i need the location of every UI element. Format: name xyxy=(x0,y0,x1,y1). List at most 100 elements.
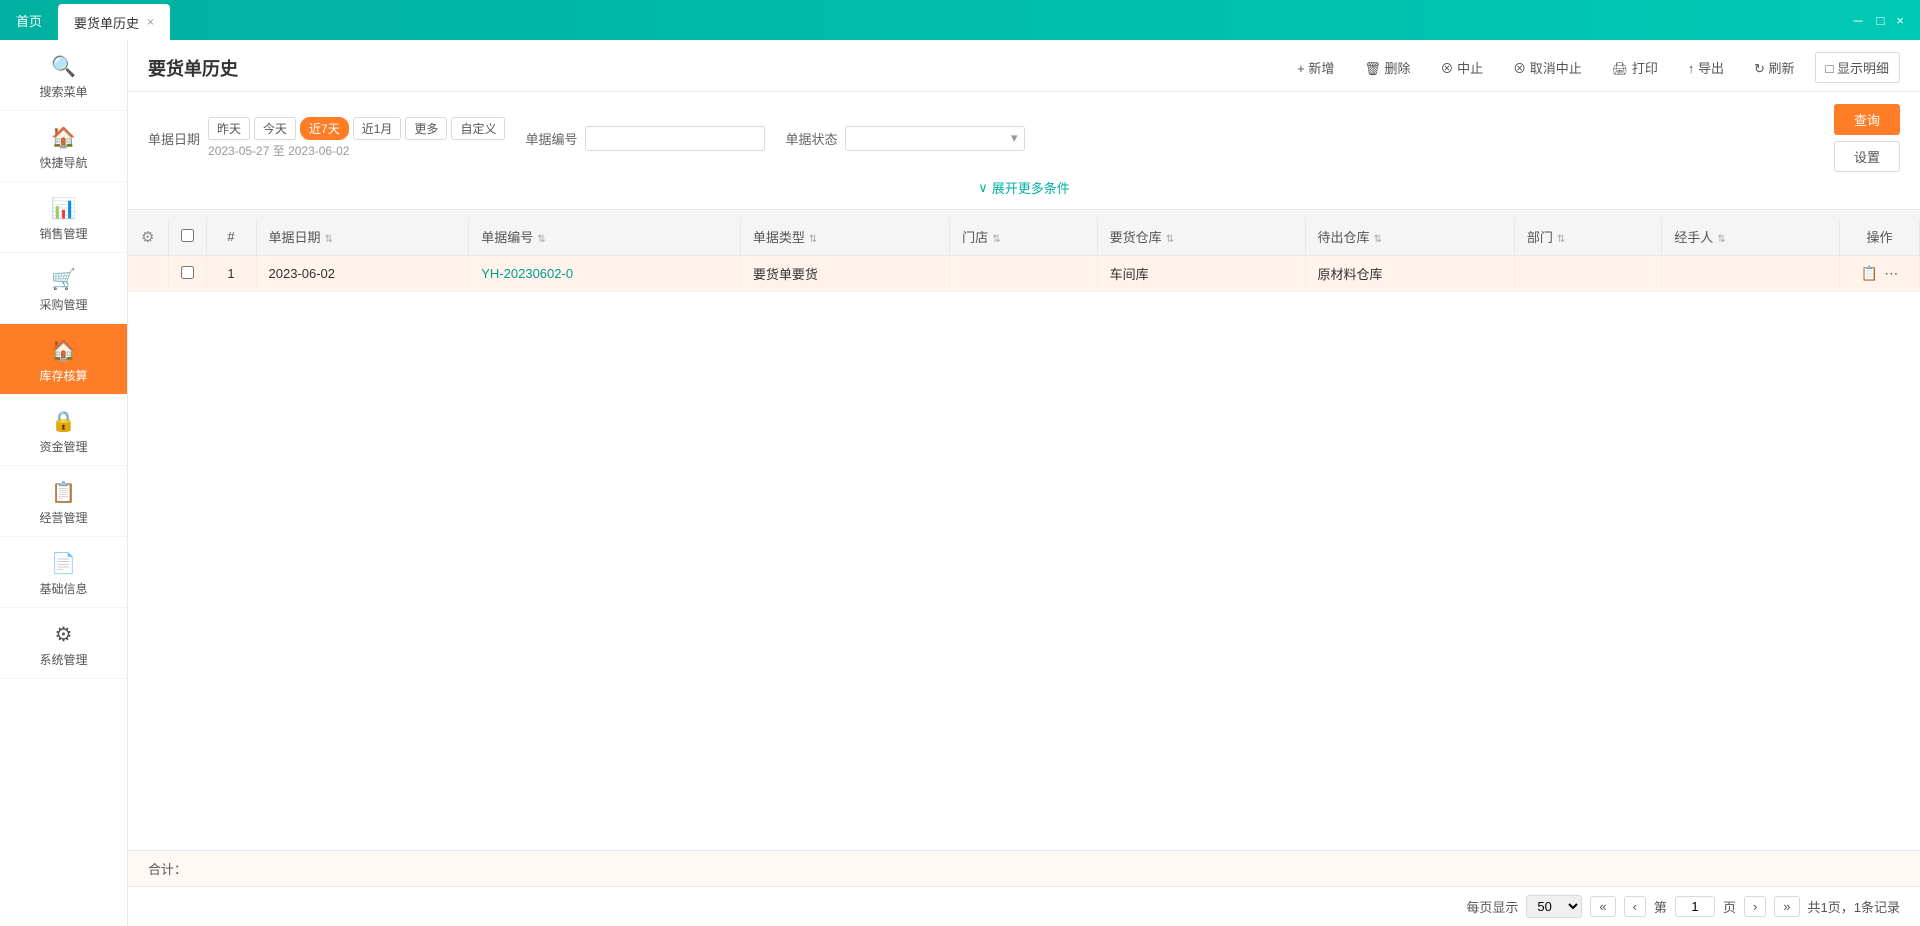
col-req-wh-label: 要货仓库 xyxy=(1110,230,1162,245)
row-checkbox[interactable] xyxy=(181,266,194,279)
row-store xyxy=(950,256,1097,292)
sidebar-item-purchase-mgmt-label: 采购管理 xyxy=(39,296,87,313)
stop-button[interactable]: ⊗ 中止 xyxy=(1431,53,1494,82)
current-page-suffix: 页 xyxy=(1723,897,1736,916)
toolbar-buttons: + 新增 🗑 删除 ⊗ 中止 ⊗ 取消中止 🖨 打印 ↑ 导出 ↻ 刷新 □ 显… xyxy=(1287,52,1900,83)
row-handler xyxy=(1662,256,1840,292)
table-header-row: ⚙ # 单据日期⇅ 单据编号⇅ 单据类型⇅ 门店⇅ 要货仓库⇅ 待出仓库⇅ 部门… xyxy=(128,218,1920,256)
date-filter-label: 单据日期 xyxy=(148,129,200,148)
display-cell-button[interactable]: □ 显示明细 xyxy=(1815,52,1900,83)
refresh-button[interactable]: ↻ 刷新 xyxy=(1744,53,1805,82)
page-size-label: 每页显示 xyxy=(1466,897,1518,916)
more-icon[interactable]: ⋯ xyxy=(1884,265,1898,282)
status-filter-item: 单据状态 xyxy=(785,126,1025,151)
sidebar-item-inventory-label: 库存核算 xyxy=(39,367,87,384)
sidebar-item-basic-info[interactable]: 📄 基础信息 xyxy=(0,537,127,608)
col-pending-wh-header: 待出仓库⇅ xyxy=(1305,218,1514,256)
top-bar: 首页 要货单历史 × － □ × xyxy=(0,0,1920,40)
sidebar-item-search-menu[interactable]: 🔍 搜索菜单 xyxy=(0,40,127,111)
col-checkbox xyxy=(168,218,206,256)
sidebar-item-system-mgmt[interactable]: ⚙ 系统管理 xyxy=(0,608,127,679)
bill-no-input[interactable] xyxy=(585,126,765,151)
next-page-button[interactable]: › xyxy=(1744,896,1766,917)
first-page-button[interactable]: « xyxy=(1590,896,1615,917)
row-bill-type: 要货单要货 xyxy=(740,256,949,292)
tab-home[interactable]: 首页 xyxy=(0,0,58,40)
summary-label: 合计： xyxy=(148,859,187,878)
search-menu-icon: 🔍 xyxy=(51,54,76,79)
last-page-button[interactable]: » xyxy=(1774,896,1799,917)
date-btn-today[interactable]: 今天 xyxy=(254,117,296,140)
sidebar-item-quick-nav[interactable]: 🏠 快捷导航 xyxy=(0,111,127,182)
main-layout: 🔍 搜索菜单 🏠 快捷导航 📊 销售管理 🛒 采购管理 🏠 库存核算 🔒 资金管… xyxy=(0,40,1920,926)
current-page-input[interactable] xyxy=(1675,896,1715,917)
status-label: 单据状态 xyxy=(785,129,837,148)
sidebar-item-sales-mgmt-label: 销售管理 xyxy=(39,225,87,242)
date-btn-month1[interactable]: 近1月 xyxy=(353,117,402,140)
table-settings-icon[interactable]: ⚙ xyxy=(141,229,154,246)
row-bill-no-link[interactable]: YH-20230602-0 xyxy=(481,266,573,281)
minimize-icon[interactable]: － xyxy=(1852,11,1865,30)
tab-yh-history-label: 要货单历史 xyxy=(74,13,139,32)
export-button[interactable]: ↑ 导出 xyxy=(1678,53,1734,82)
tab-yh-history[interactable]: 要货单历史 × xyxy=(58,4,170,40)
date-btn-recent7[interactable]: 近7天 xyxy=(300,117,349,140)
sidebar-item-finance-mgmt[interactable]: 🔒 资金管理 xyxy=(0,395,127,466)
delete-button[interactable]: 🗑 删除 xyxy=(1354,53,1420,82)
col-req-wh-header: 要货仓库⇅ xyxy=(1097,218,1305,256)
date-btn-yesterday[interactable]: 昨天 xyxy=(208,117,250,140)
top-tabs: 首页 要货单历史 × xyxy=(0,0,1836,40)
print-button[interactable]: 🖨 打印 xyxy=(1602,53,1668,82)
sidebar-item-finance-mgmt-label: 资金管理 xyxy=(39,438,87,455)
select-all-checkbox[interactable] xyxy=(181,229,194,242)
top-right-icons: － □ × xyxy=(1836,11,1920,30)
cancel-stop-button[interactable]: ⊗ 取消中止 xyxy=(1503,53,1592,82)
prev-page-button[interactable]: ‹ xyxy=(1624,896,1646,917)
page-title: 要货单历史 xyxy=(148,55,238,81)
data-table: ⚙ # 单据日期⇅ 单据编号⇅ 单据类型⇅ 门店⇅ 要货仓库⇅ 待出仓库⇅ 部门… xyxy=(128,218,1920,292)
status-select[interactable] xyxy=(845,126,1025,151)
sidebar-item-operation-mgmt[interactable]: 📋 经营管理 xyxy=(0,466,127,537)
filter-right-buttons: 查询 设置 xyxy=(1834,104,1900,172)
current-page-prefix: 第 xyxy=(1654,897,1667,916)
date-btn-more[interactable]: 更多 xyxy=(405,117,447,140)
filter-area: 单据日期 昨天 今天 近7天 近1月 更多 自定义 2023-05-27 至 2… xyxy=(128,92,1920,210)
content-area: 要货单历史 + 新增 🗑 删除 ⊗ 中止 ⊗ 取消中止 🖨 打印 ↑ 导出 ↻ … xyxy=(128,40,1920,926)
tab-home-label: 首页 xyxy=(16,11,42,30)
col-handler-label: 经手人 xyxy=(1674,230,1713,245)
close-window-icon[interactable]: × xyxy=(1896,13,1904,28)
operation-mgmt-icon: 📋 xyxy=(51,480,76,505)
date-btn-custom[interactable]: 自定义 xyxy=(451,117,505,140)
pagination-bar: 每页显示 50 10 20 100 « ‹ 第 页 › » 共1页，1条记录 xyxy=(128,886,1920,926)
col-date-label: 单据日期 xyxy=(269,230,321,245)
col-action-label: 操作 xyxy=(1866,230,1892,245)
maximize-icon[interactable]: □ xyxy=(1877,13,1885,28)
bill-no-label: 单据编号 xyxy=(525,129,577,148)
col-action-header: 操作 xyxy=(1840,218,1920,256)
row-checkbox-cell xyxy=(168,256,206,292)
col-bill-no-label: 单据编号 xyxy=(481,230,533,245)
table-row: 1 2023-06-02 YH-20230602-0 要货单要货 车间库 原材料… xyxy=(128,256,1920,292)
table-wrapper: ⚙ # 单据日期⇅ 单据编号⇅ 单据类型⇅ 门店⇅ 要货仓库⇅ 待出仓库⇅ 部门… xyxy=(128,218,1920,850)
sidebar-item-purchase-mgmt[interactable]: 🛒 采购管理 xyxy=(0,253,127,324)
row-action: 📋 ⋯ xyxy=(1840,256,1920,292)
table-body: 1 2023-06-02 YH-20230602-0 要货单要货 车间库 原材料… xyxy=(128,256,1920,292)
inventory-icon: 🏠 xyxy=(51,338,76,363)
tab-close-icon[interactable]: × xyxy=(147,15,154,29)
basic-info-icon: 📄 xyxy=(51,551,76,576)
finance-mgmt-icon: 🔒 xyxy=(51,409,76,434)
new-button[interactable]: + 新增 xyxy=(1287,53,1344,82)
expand-more[interactable]: ∨ 展开更多条件 xyxy=(148,172,1900,197)
sidebar-item-sales-mgmt[interactable]: 📊 销售管理 xyxy=(0,182,127,253)
col-date-header: 单据日期⇅ xyxy=(256,218,469,256)
date-range-text: 2023-05-27 至 2023-06-02 xyxy=(208,142,505,159)
quick-nav-icon: 🏠 xyxy=(51,125,76,150)
status-select-wrapper xyxy=(845,126,1025,151)
col-store-header: 门店⇅ xyxy=(950,218,1097,256)
view-icon[interactable]: 📋 xyxy=(1861,265,1878,282)
sales-mgmt-icon: 📊 xyxy=(51,196,76,221)
filter-settings-button[interactable]: 设置 xyxy=(1834,141,1900,172)
page-size-select[interactable]: 50 10 20 100 xyxy=(1526,895,1582,918)
sidebar-item-inventory[interactable]: 🏠 库存核算 xyxy=(0,324,127,395)
query-button[interactable]: 查询 xyxy=(1834,104,1900,135)
